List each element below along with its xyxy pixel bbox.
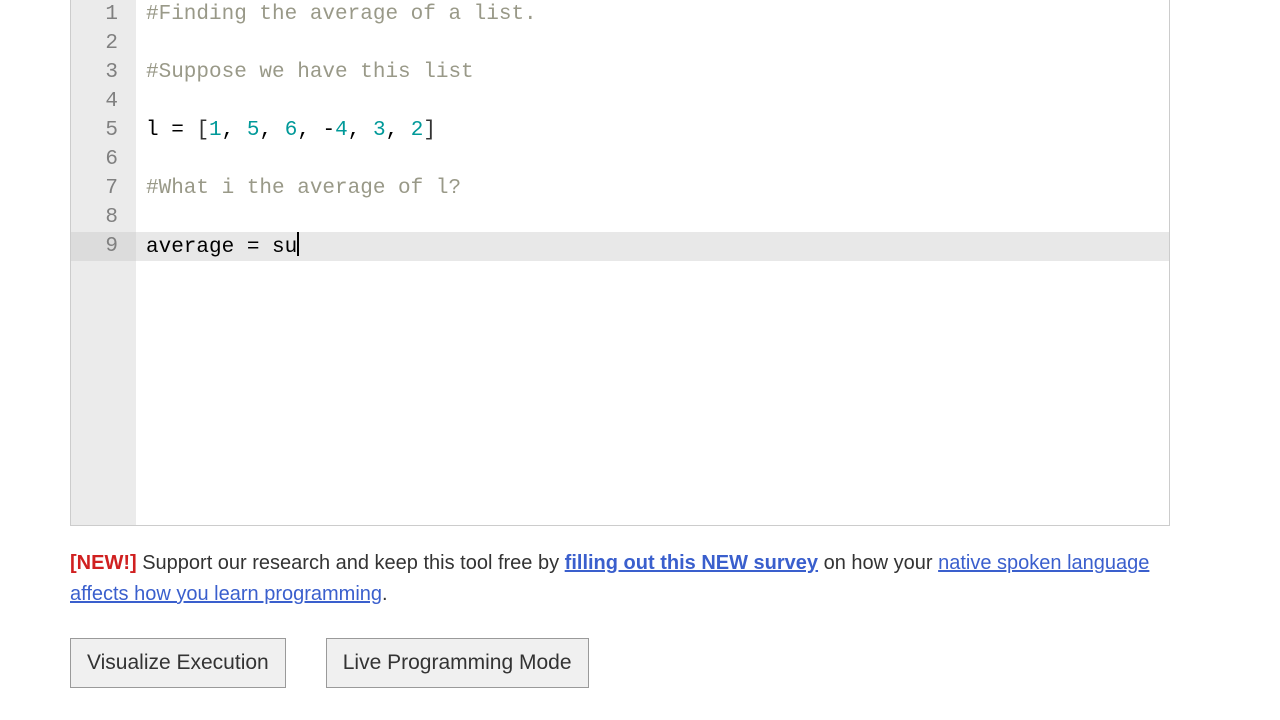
survey-link[interactable]: filling out this NEW survey: [565, 552, 818, 574]
code-token: #What i the average of l?: [146, 177, 461, 200]
code-line[interactable]: #Suppose we have this list: [136, 58, 1169, 87]
code-token: =: [247, 236, 260, 259]
code-line[interactable]: [136, 145, 1169, 174]
editor-gutter: 123456789: [71, 0, 136, 525]
notice-mid: on how your: [818, 552, 938, 574]
code-token: 3: [373, 119, 386, 142]
notice-lead: Support our research and keep this tool …: [137, 552, 565, 574]
code-token: 4: [335, 119, 348, 142]
code-token: [: [196, 119, 209, 142]
code-token: ,: [222, 119, 247, 142]
code-line[interactable]: average = su: [136, 232, 1169, 261]
code-token: l: [146, 119, 171, 142]
gutter-line-number: 2: [71, 29, 136, 58]
code-editor[interactable]: 123456789 #Finding the average of a list…: [70, 0, 1170, 526]
code-line[interactable]: [136, 203, 1169, 232]
gutter-line-number: 4: [71, 87, 136, 116]
live-programming-mode-button[interactable]: Live Programming Mode: [326, 638, 589, 688]
code-token: =: [171, 119, 184, 142]
gutter-line-number: 3: [71, 58, 136, 87]
text-cursor: [297, 232, 299, 256]
code-token: -: [323, 119, 336, 142]
gutter-line-number: 6: [71, 145, 136, 174]
code-token: ,: [348, 119, 373, 142]
code-line[interactable]: #Finding the average of a list.: [136, 0, 1169, 29]
gutter-line-number: 7: [71, 174, 136, 203]
notice-tail: .: [382, 583, 388, 605]
code-token: su: [259, 236, 297, 259]
code-token: ]: [423, 119, 436, 142]
code-token: 2: [411, 119, 424, 142]
gutter-line-number: 1: [71, 0, 136, 29]
code-token: average: [146, 236, 247, 259]
page-root: 123456789 #Finding the average of a list…: [0, 0, 1280, 688]
code-token: ,: [386, 119, 411, 142]
code-token: 6: [285, 119, 298, 142]
gutter-line-number: 9: [71, 232, 136, 261]
survey-notice: [NEW!] Support our research and keep thi…: [70, 548, 1170, 610]
code-token: [184, 119, 197, 142]
code-token: 5: [247, 119, 260, 142]
code-token: #Suppose we have this list: [146, 61, 474, 84]
code-token: ,: [297, 119, 322, 142]
visualize-execution-button[interactable]: Visualize Execution: [70, 638, 286, 688]
gutter-line-number: 8: [71, 203, 136, 232]
editor-code-area[interactable]: #Finding the average of a list. #Suppose …: [136, 0, 1169, 525]
code-token: 1: [209, 119, 222, 142]
new-badge: [NEW!]: [70, 552, 137, 574]
code-line[interactable]: [136, 29, 1169, 58]
code-line[interactable]: #What i the average of l?: [136, 174, 1169, 203]
code-line[interactable]: l = [1, 5, 6, -4, 3, 2]: [136, 116, 1169, 145]
code-token: #Finding the average of a list.: [146, 3, 537, 26]
code-line[interactable]: [136, 87, 1169, 116]
gutter-line-number: 5: [71, 116, 136, 145]
button-row: Visualize Execution Live Programming Mod…: [70, 638, 1210, 688]
code-token: ,: [259, 119, 284, 142]
